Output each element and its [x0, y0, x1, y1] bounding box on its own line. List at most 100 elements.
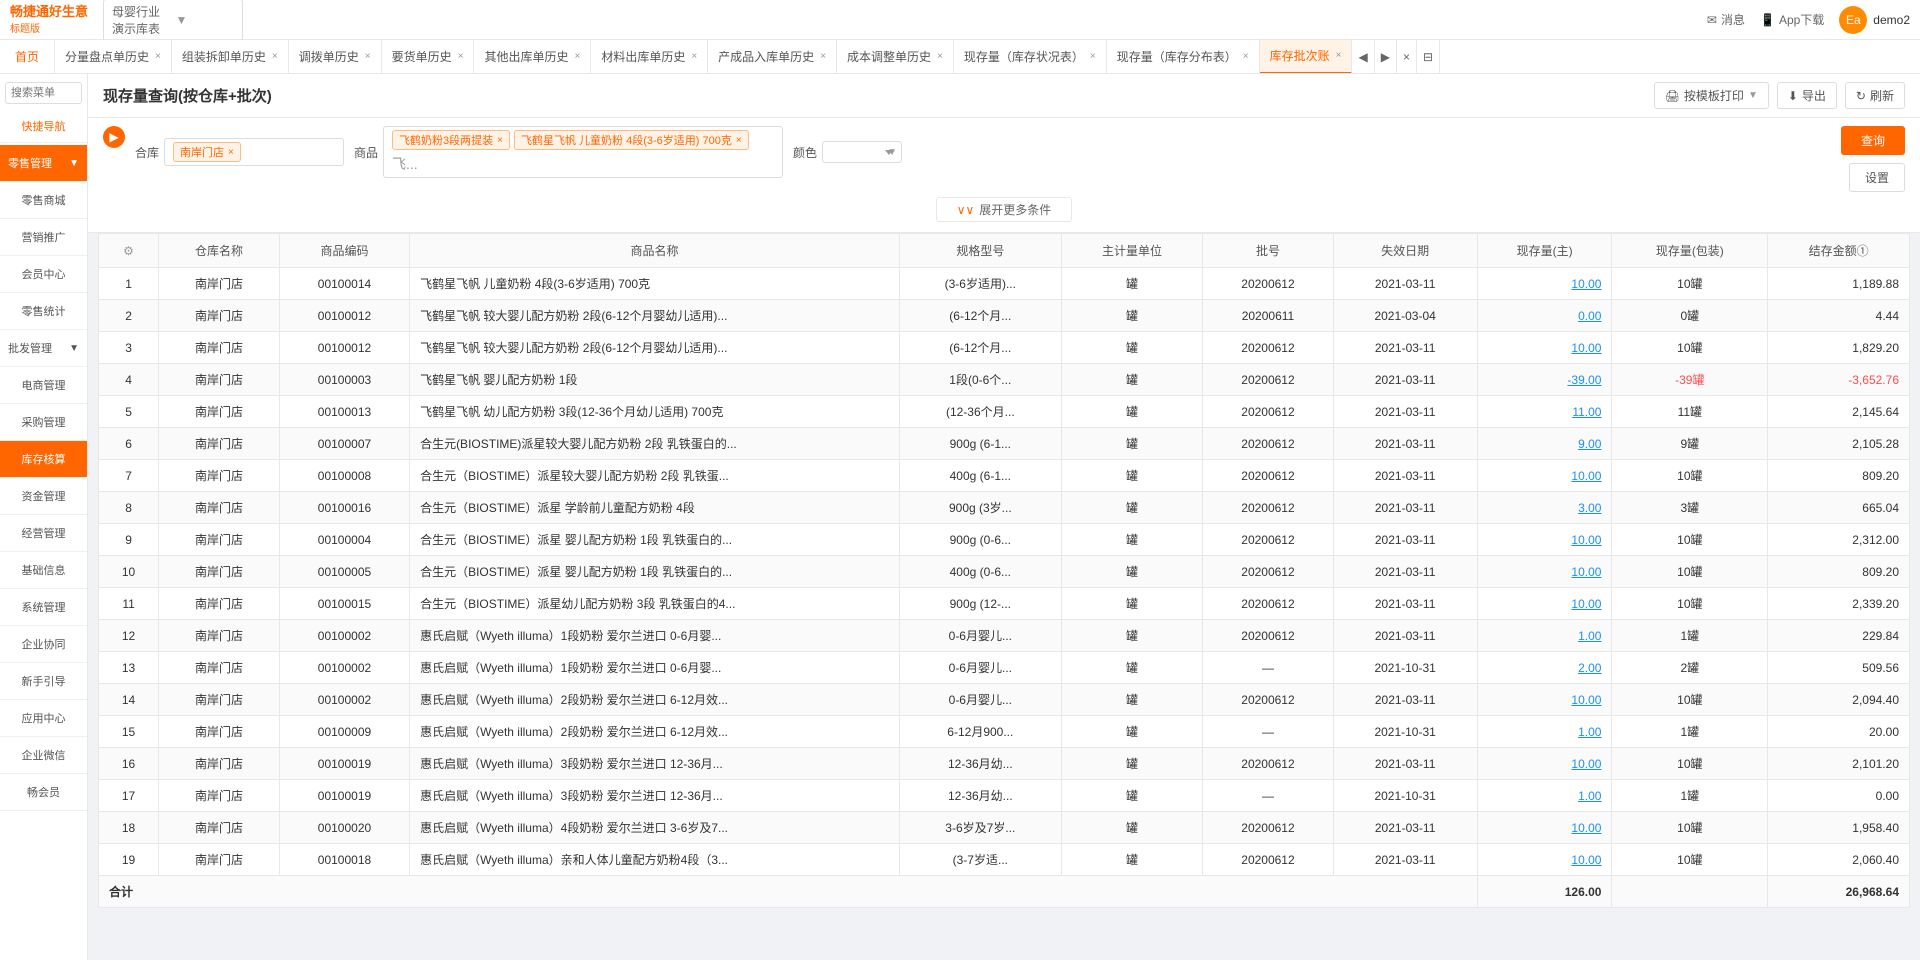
- sidebar-nav-link[interactable]: 快捷导航: [0, 112, 87, 140]
- cell-spec: (3-6岁适用)...: [900, 268, 1062, 300]
- tab-label: 其他出库单历史: [484, 48, 568, 65]
- cell-warehouse: 南岸门店: [159, 716, 280, 748]
- export-button[interactable]: ⬇ 导出: [1777, 82, 1837, 109]
- tab-close-icon[interactable]: ×: [458, 51, 464, 62]
- tab-product-in-history[interactable]: 产成品入库单历史 ×: [708, 40, 837, 74]
- cell-qty-pkg: 10罐: [1612, 556, 1768, 588]
- user-name: demo2: [1873, 13, 1910, 27]
- tab-material-out-history[interactable]: 材料出库单历史 ×: [591, 40, 708, 74]
- sidebar-item-basic[interactable]: 基础信息: [0, 552, 87, 589]
- tab-stock-status[interactable]: 现存量（库存状况表） ×: [954, 40, 1107, 74]
- tab-close-icon[interactable]: ×: [1090, 51, 1096, 62]
- sidebar-item-marketing[interactable]: 营销推广: [0, 219, 87, 256]
- sidebar-item-system[interactable]: 系统管理: [0, 589, 87, 626]
- tab-batch-account[interactable]: 库存批次账 ×: [1260, 40, 1353, 74]
- tab-close-icon[interactable]: ×: [574, 51, 580, 62]
- tab-close-icon[interactable]: ×: [937, 51, 943, 62]
- refresh-button[interactable]: ↻ 刷新: [1845, 82, 1905, 109]
- quick-nav-label: 快捷导航: [22, 118, 66, 134]
- cell-unit: 罐: [1061, 716, 1203, 748]
- table-row: 5 南岸门店 00100013 飞鹤星飞帆 幼儿配方奶粉 3段(12-36个月幼…: [99, 396, 1910, 428]
- sidebar-item-label: 会员中心: [22, 266, 66, 282]
- cell-qty-pkg: 1罐: [1612, 620, 1768, 652]
- search-input[interactable]: [5, 82, 82, 104]
- color-select[interactable]: [822, 141, 902, 163]
- tab-cost-adjust-history[interactable]: 成本调整单历史 ×: [837, 40, 954, 74]
- product-filter-group: 商品 飞鹤奶粉3段两提装 × 飞鹤星飞帆 儿童奶粉 4段(3-6岁适用) 700…: [354, 126, 783, 178]
- product-tag-box[interactable]: 飞鹤奶粉3段两提装 × 飞鹤星飞帆 儿童奶粉 4段(3-6岁适用) 700克 ×…: [383, 126, 783, 178]
- cell-amount: 2,094.40: [1768, 684, 1910, 716]
- cell-qty-pkg: 10罐: [1612, 332, 1768, 364]
- cell-expire: 2021-03-11: [1333, 748, 1477, 780]
- sidebar-item-purchase[interactable]: 采购管理: [0, 404, 87, 441]
- tab-next-btn[interactable]: ▶: [1375, 40, 1397, 74]
- cell-warehouse: 南岸门店: [159, 812, 280, 844]
- cell-amount: 2,339.20: [1768, 588, 1910, 620]
- sidebar-item-member[interactable]: 会员中心: [0, 256, 87, 293]
- product-more-dots[interactable]: 飞...: [392, 154, 418, 174]
- table-wrapper: ⚙ 仓库名称 商品编码 商品名称 规格型号 主计量单位 批号 失效日期 现存量(…: [88, 233, 1920, 960]
- sidebar-item-ecommerce[interactable]: 电商管理: [0, 367, 87, 404]
- cell-batch: 20200612: [1203, 748, 1333, 780]
- sidebar-item-wholesale[interactable]: 批发管理 ▼: [0, 330, 87, 367]
- sidebar-item-enterprise[interactable]: 企业协同: [0, 626, 87, 663]
- tab-close-icon[interactable]: ×: [820, 51, 826, 62]
- remove-product-tag-1[interactable]: ×: [736, 135, 742, 146]
- toggle-filter-btn[interactable]: ▶: [103, 126, 125, 148]
- sidebar-item-retail-mall[interactable]: 零售商城: [0, 182, 87, 219]
- user-area[interactable]: Ea demo2: [1839, 6, 1910, 34]
- remove-product-tag-0[interactable]: ×: [497, 135, 503, 146]
- col-amount: 结存金额①: [1768, 234, 1910, 268]
- app-download-button[interactable]: 📱 App下载: [1760, 11, 1824, 28]
- settings-icon[interactable]: ⚙: [123, 244, 134, 258]
- sidebar-item-retail-stat[interactable]: 零售统计: [0, 293, 87, 330]
- cell-no: 7: [99, 460, 159, 492]
- refresh-icon: ↻: [1856, 89, 1866, 103]
- sidebar-item-retail[interactable]: 零售管理 ▼: [0, 145, 87, 182]
- tab-close-icon[interactable]: ×: [1243, 51, 1249, 62]
- tab-disassemble-history[interactable]: 组装拆卸单历史 ×: [172, 40, 289, 74]
- cell-amount: 1,829.20: [1768, 332, 1910, 364]
- remove-warehouse-tag-0[interactable]: ×: [228, 147, 234, 158]
- tab-home[interactable]: 首页: [0, 40, 55, 74]
- tab-close-icon[interactable]: ×: [272, 51, 278, 62]
- warehouse-tag-box[interactable]: 南岸门店 ×: [164, 138, 344, 166]
- sidebar-item-finance[interactable]: 资金管理: [0, 478, 87, 515]
- sidebar-item-guide[interactable]: 新手引导: [0, 663, 87, 700]
- message-button[interactable]: ✉ 消息: [1707, 11, 1745, 28]
- tab-stock-dist[interactable]: 现存量（库存分布表） ×: [1107, 40, 1260, 74]
- sidebar-item-app-center[interactable]: 应用中心: [0, 700, 87, 737]
- tab-other-out-history[interactable]: 其他出库单历史 ×: [474, 40, 591, 74]
- tab-prev-btn[interactable]: ◀: [1352, 40, 1374, 74]
- tab-menu-btn[interactable]: ⊟: [1417, 40, 1440, 74]
- cell-qty-pkg: 10罐: [1612, 460, 1768, 492]
- cell-batch: 20200612: [1203, 268, 1333, 300]
- tab-request-history[interactable]: 要货单历史 ×: [382, 40, 475, 74]
- top-bar: 畅捷通好生意 标题版 母婴行业演示库表 ▼ ✉ 消息 📱 App下载 Ea de…: [0, 0, 1920, 40]
- tab-close-icon[interactable]: ×: [1336, 50, 1342, 61]
- print-button[interactable]: 🖨 按模板打印 ▼: [1654, 82, 1769, 109]
- cell-expire: 2021-03-11: [1333, 364, 1477, 396]
- cell-amount: 2,060.40: [1768, 844, 1910, 876]
- tab-adjust-history[interactable]: 调拨单历史 ×: [289, 40, 382, 74]
- table-row: 16 南岸门店 00100019 惠氏启赋（Wyeth illuma）3段奶粉 …: [99, 748, 1910, 780]
- tab-split-history[interactable]: 分量盘点单历史 ×: [55, 40, 172, 74]
- col-qty-main: 现存量(主): [1477, 234, 1612, 268]
- tab-close-icon[interactable]: ×: [155, 51, 161, 62]
- cell-warehouse: 南岸门店: [159, 684, 280, 716]
- tab-close-icon[interactable]: ×: [691, 51, 697, 62]
- cell-name: 飞鹤星飞帆 婴儿配方奶粉 1段: [410, 364, 900, 396]
- setting-button[interactable]: 设置: [1849, 163, 1905, 192]
- sidebar-item-stock[interactable]: 库存核算: [0, 441, 87, 478]
- cell-name: 惠氏启赋（Wyeth illuma）亲和人体儿童配方奶粉4段（3...: [410, 844, 900, 876]
- cell-warehouse: 南岸门店: [159, 652, 280, 684]
- sidebar-item-member-card[interactable]: 畅会员: [0, 774, 87, 811]
- expand-conditions-btn[interactable]: ∨∨ 展开更多条件: [936, 197, 1073, 222]
- industry-select[interactable]: 母婴行业演示库表 ▼: [103, 0, 243, 41]
- sidebar-item-enterprise-wechat[interactable]: 企业微信: [0, 737, 87, 774]
- query-button[interactable]: 查询: [1841, 126, 1905, 155]
- cell-qty-pkg: 10罐: [1612, 684, 1768, 716]
- sidebar-item-operations[interactable]: 经营管理: [0, 515, 87, 552]
- tab-close-all-btn[interactable]: ×: [1397, 40, 1417, 74]
- tab-close-icon[interactable]: ×: [365, 51, 371, 62]
